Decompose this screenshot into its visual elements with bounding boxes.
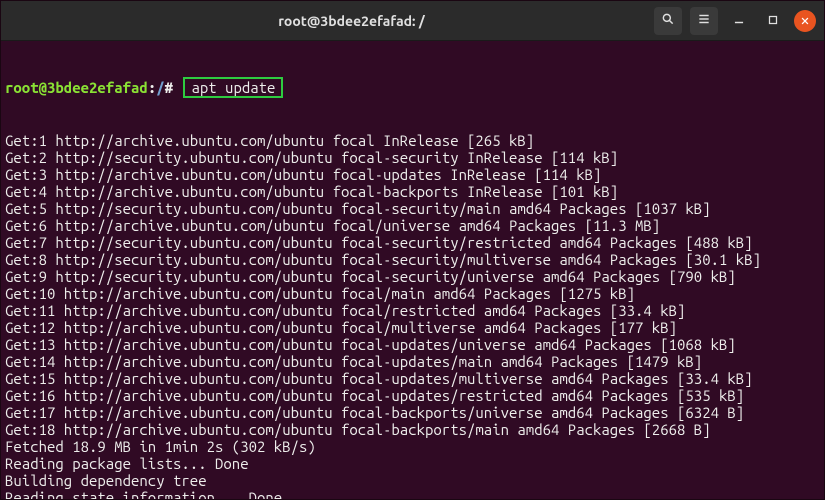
prompt-symbol: # <box>165 79 173 96</box>
close-button[interactable] <box>794 10 816 32</box>
prompt-user-host: root@3bdee2efafad <box>5 79 148 96</box>
output-line: Get:5 http://security.ubuntu.com/ubuntu … <box>5 200 820 217</box>
minimize-icon <box>732 12 746 29</box>
window-controls <box>654 7 816 35</box>
output-line: Get:17 http://archive.ubuntu.com/ubuntu … <box>5 404 820 421</box>
output-line: Get:8 http://security.ubuntu.com/ubuntu … <box>5 251 820 268</box>
output-line: Get:12 http://archive.ubuntu.com/ubuntu … <box>5 319 820 336</box>
output-line: Building dependency tree <box>5 472 820 489</box>
output-line: Get:3 http://archive.ubuntu.com/ubuntu f… <box>5 166 820 183</box>
prompt-line-1: root@3bdee2efafad:/# apt update <box>5 77 820 98</box>
output-line: Get:11 http://archive.ubuntu.com/ubuntu … <box>5 302 820 319</box>
search-button[interactable] <box>654 7 682 35</box>
output-line: Reading state information... Done <box>5 489 820 499</box>
menu-button[interactable] <box>690 7 718 35</box>
prompt-path: / <box>156 79 164 96</box>
hamburger-icon <box>697 12 711 29</box>
output-line: Fetched 18.9 MB in 1min 2s (302 kB/s) <box>5 438 820 455</box>
output-line: Get:16 http://archive.ubuntu.com/ubuntu … <box>5 387 820 404</box>
output-line: Get:2 http://security.ubuntu.com/ubuntu … <box>5 149 820 166</box>
output-line: Get:6 http://archive.ubuntu.com/ubuntu f… <box>5 217 820 234</box>
output-line: Get:7 http://security.ubuntu.com/ubuntu … <box>5 234 820 251</box>
maximize-icon <box>767 13 779 29</box>
search-icon <box>661 12 675 29</box>
terminal-output: Get:1 http://archive.ubuntu.com/ubuntu f… <box>5 132 820 499</box>
output-line: Get:14 http://archive.ubuntu.com/ubuntu … <box>5 353 820 370</box>
output-line: Get:18 http://archive.ubuntu.com/ubuntu … <box>5 421 820 438</box>
window-title: root@3bdee2efafad: / <box>49 13 654 29</box>
output-line: Get:13 http://archive.ubuntu.com/ubuntu … <box>5 336 820 353</box>
output-line: Get:1 http://archive.ubuntu.com/ubuntu f… <box>5 132 820 149</box>
minimize-button[interactable] <box>726 8 752 34</box>
close-icon <box>800 13 810 29</box>
prompt-separator: : <box>148 79 156 96</box>
output-line: Get:4 http://archive.ubuntu.com/ubuntu f… <box>5 183 820 200</box>
terminal-window: root@3bdee2efafad: / <box>0 0 825 500</box>
highlighted-command: apt update <box>183 77 283 98</box>
output-line: Get:10 http://archive.ubuntu.com/ubuntu … <box>5 285 820 302</box>
output-line: Get:9 http://security.ubuntu.com/ubuntu … <box>5 268 820 285</box>
output-line: Reading package lists... Done <box>5 455 820 472</box>
maximize-button[interactable] <box>760 8 786 34</box>
output-line: Get:15 http://archive.ubuntu.com/ubuntu … <box>5 370 820 387</box>
terminal-body[interactable]: root@3bdee2efafad:/# apt update Get:1 ht… <box>1 41 824 499</box>
titlebar: root@3bdee2efafad: / <box>1 1 824 41</box>
